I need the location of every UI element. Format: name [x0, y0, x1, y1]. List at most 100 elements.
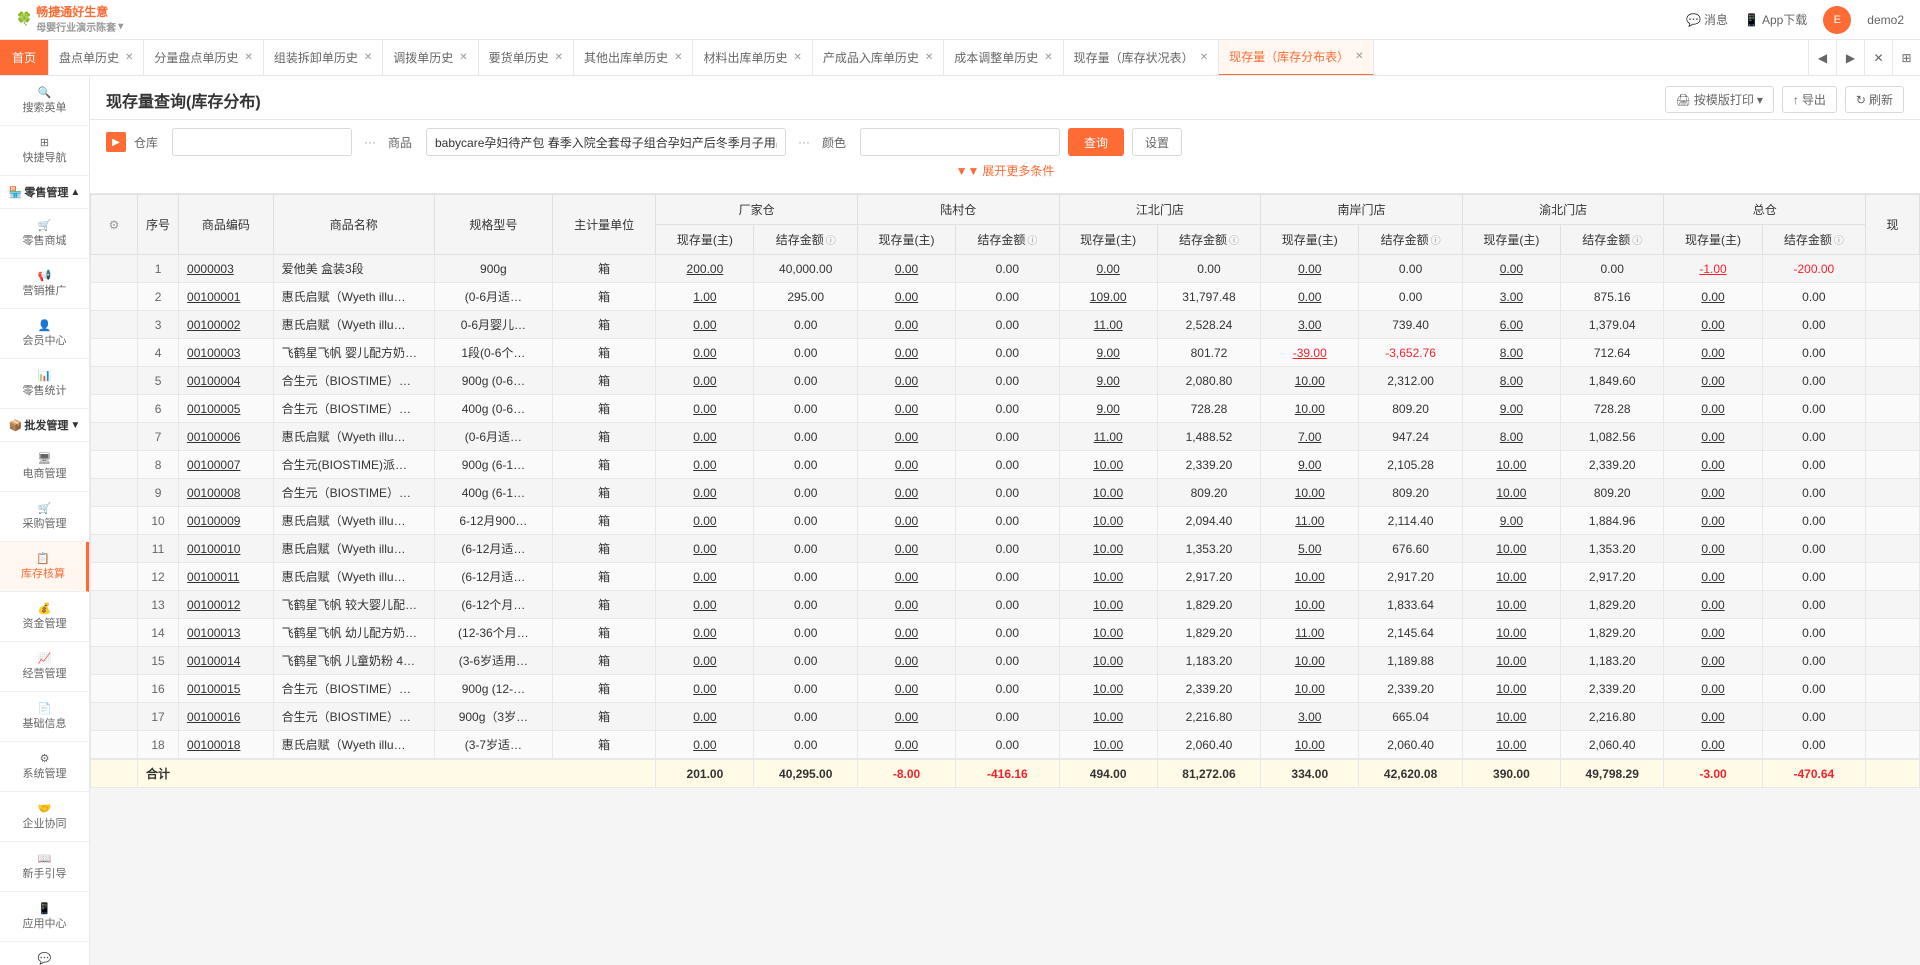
set-btn[interactable]: 设置 — [1132, 128, 1182, 156]
cell-jb-stock[interactable]: 10.00 — [1059, 703, 1157, 731]
yb-amount-info-icon[interactable]: ⓘ — [1632, 236, 1642, 247]
sidebar-item-finance[interactable]: 💰 资金管理 — [0, 592, 89, 642]
tab-close-product-in[interactable]: ✕ — [925, 52, 933, 63]
sidebar-item-operations[interactable]: 📈 经营管理 — [0, 642, 89, 692]
cell-code[interactable]: 00100011 — [179, 563, 274, 591]
cell-na-stock[interactable]: 0.00 — [1261, 283, 1359, 311]
cell-yb-stock[interactable]: 8.00 — [1462, 339, 1560, 367]
tab-close-material-out[interactable]: ✕ — [793, 52, 801, 63]
cell-na-stock[interactable]: 3.00 — [1261, 311, 1359, 339]
cell-f-stock[interactable]: 0.00 — [656, 395, 754, 423]
tab-other-out[interactable]: 其他出库单历史 ✕ — [574, 40, 693, 76]
sidebar-item-search[interactable]: 🔍 搜索英单 — [0, 76, 89, 126]
cell-t-stock[interactable]: 0.00 — [1664, 507, 1762, 535]
cell-na-stock[interactable]: 10.00 — [1261, 479, 1359, 507]
t-amount-info-icon[interactable]: ⓘ — [1834, 236, 1844, 247]
cell-yb-stock[interactable]: 6.00 — [1462, 311, 1560, 339]
cell-f-stock[interactable]: 1.00 — [656, 283, 754, 311]
cell-na-stock[interactable]: 11.00 — [1261, 507, 1359, 535]
cell-f-stock[interactable]: 200.00 — [656, 255, 754, 283]
cell-jb-stock[interactable]: 10.00 — [1059, 451, 1157, 479]
cell-f-stock[interactable]: 0.00 — [656, 479, 754, 507]
l-amount-info-icon[interactable]: ⓘ — [1027, 236, 1037, 247]
cell-jb-stock[interactable]: 10.00 — [1059, 731, 1157, 760]
cell-code[interactable]: 00100006 — [179, 423, 274, 451]
tab-stock-dist[interactable]: 现存量（库存分布表） ✕ — [1219, 40, 1374, 76]
tab-cost-adjust[interactable]: 成本调整单历史 ✕ — [944, 40, 1063, 76]
cell-f-stock[interactable]: 0.00 — [656, 535, 754, 563]
cell-yb-stock[interactable]: 10.00 — [1462, 675, 1560, 703]
tab-nav-expand[interactable]: ⊞ — [1892, 40, 1920, 76]
cell-t-stock[interactable]: 0.00 — [1664, 423, 1762, 451]
tab-close-branch[interactable]: ✕ — [244, 52, 252, 63]
table-container[interactable]: ⚙ 序号 商品编码 商品名称 规格型号 主计量单位 厂家仓 陆村仓 江北门店 南… — [90, 194, 1920, 965]
tab-product-in[interactable]: 产成品入库单历史 ✕ — [813, 40, 944, 76]
cell-jb-stock[interactable]: 10.00 — [1059, 507, 1157, 535]
user-avatar[interactable]: E — [1823, 6, 1851, 34]
tab-nav-next[interactable]: ▶ — [1836, 40, 1864, 76]
tab-stock-status[interactable]: 现存量（库存状况表） ✕ — [1064, 40, 1219, 76]
cell-code[interactable]: 00100005 — [179, 395, 274, 423]
sidebar-item-basic[interactable]: 📄 基础信息 — [0, 692, 89, 742]
cell-code[interactable]: 00100014 — [179, 647, 274, 675]
cell-jb-stock[interactable]: 11.00 — [1059, 311, 1157, 339]
cell-jb-stock[interactable]: 9.00 — [1059, 339, 1157, 367]
cell-code[interactable]: 00100010 — [179, 535, 274, 563]
cell-code[interactable]: 00100013 — [179, 619, 274, 647]
cell-l-stock[interactable]: 0.00 — [857, 675, 955, 703]
app-download-btn[interactable]: 📱 App下载 — [1744, 11, 1807, 28]
warehouse-input[interactable] — [172, 128, 352, 156]
tab-close-request[interactable]: ✕ — [555, 52, 563, 63]
cell-f-stock[interactable]: 0.00 — [656, 339, 754, 367]
cell-code[interactable]: 00100003 — [179, 339, 274, 367]
sidebar-item-purchase[interactable]: 🛒 采购管理 — [0, 492, 89, 542]
cell-yb-stock[interactable]: 0.00 — [1462, 255, 1560, 283]
cell-na-stock[interactable]: -39.00 — [1261, 339, 1359, 367]
sidebar-item-ecommerce[interactable]: 🖥 电商管理 — [0, 442, 89, 492]
cell-na-stock[interactable]: 10.00 — [1261, 675, 1359, 703]
cell-t-stock[interactable]: 0.00 — [1664, 535, 1762, 563]
cell-yb-stock[interactable]: 10.00 — [1462, 703, 1560, 731]
cell-yb-stock[interactable]: 8.00 — [1462, 367, 1560, 395]
cell-na-stock[interactable]: 10.00 — [1261, 591, 1359, 619]
cell-t-stock[interactable]: 0.00 — [1664, 591, 1762, 619]
cell-yb-stock[interactable]: 10.00 — [1462, 563, 1560, 591]
tab-close-assembly[interactable]: ✕ — [364, 52, 372, 63]
tab-close-other-out[interactable]: ✕ — [674, 52, 682, 63]
cell-l-stock[interactable]: 0.00 — [857, 423, 955, 451]
refresh-btn[interactable]: ↻ 刷新 — [1845, 86, 1904, 113]
cell-code[interactable]: 00100009 — [179, 507, 274, 535]
cell-yb-stock[interactable]: 10.00 — [1462, 591, 1560, 619]
expand-conditions-btn[interactable]: ▼▼ 展开更多条件 — [948, 160, 1063, 181]
cell-f-stock[interactable]: 0.00 — [656, 563, 754, 591]
tab-assembly[interactable]: 组装拆卸单历史 ✕ — [264, 40, 383, 76]
th-settings[interactable]: ⚙ — [91, 195, 138, 255]
filter-expand-arrow[interactable]: ▶ — [106, 132, 126, 152]
f-amount-info-icon[interactable]: ⓘ — [826, 236, 836, 247]
cell-yb-stock[interactable]: 10.00 — [1462, 731, 1560, 760]
cell-l-stock[interactable]: 0.00 — [857, 339, 955, 367]
cell-t-stock[interactable]: 0.00 — [1664, 619, 1762, 647]
cell-f-stock[interactable]: 0.00 — [656, 367, 754, 395]
sidebar-item-wholesale[interactable]: 📦 批发管理 ▼ — [0, 409, 89, 442]
cell-na-stock[interactable]: 10.00 — [1261, 395, 1359, 423]
cell-jb-stock[interactable]: 9.00 — [1059, 367, 1157, 395]
cell-code[interactable]: 00100012 — [179, 591, 274, 619]
cell-code[interactable]: 00100004 — [179, 367, 274, 395]
cell-code[interactable]: 00100015 — [179, 675, 274, 703]
cell-code[interactable]: 00100008 — [179, 479, 274, 507]
cell-f-stock[interactable]: 0.00 — [656, 675, 754, 703]
cell-f-stock[interactable]: 0.00 — [656, 311, 754, 339]
cell-na-stock[interactable]: 10.00 — [1261, 731, 1359, 760]
tab-close-stock-dist[interactable]: ✕ — [1355, 51, 1363, 62]
tab-branch-inventory[interactable]: 分量盘点单历史 ✕ — [144, 40, 263, 76]
cell-t-stock[interactable]: 0.00 — [1664, 647, 1762, 675]
tab-material-out[interactable]: 材料出库单历史 ✕ — [693, 40, 812, 76]
cell-l-stock[interactable]: 0.00 — [857, 255, 955, 283]
goods-input[interactable] — [426, 128, 786, 156]
tab-close-cost-adjust[interactable]: ✕ — [1044, 52, 1052, 63]
cell-code[interactable]: 00100007 — [179, 451, 274, 479]
settings-icon[interactable]: ⚙ — [105, 216, 123, 234]
sidebar-item-retail-mgmt[interactable]: 🏪 零售管理 ▲ — [0, 176, 89, 209]
sidebar-item-member[interactable]: 👤 会员中心 — [0, 309, 89, 359]
